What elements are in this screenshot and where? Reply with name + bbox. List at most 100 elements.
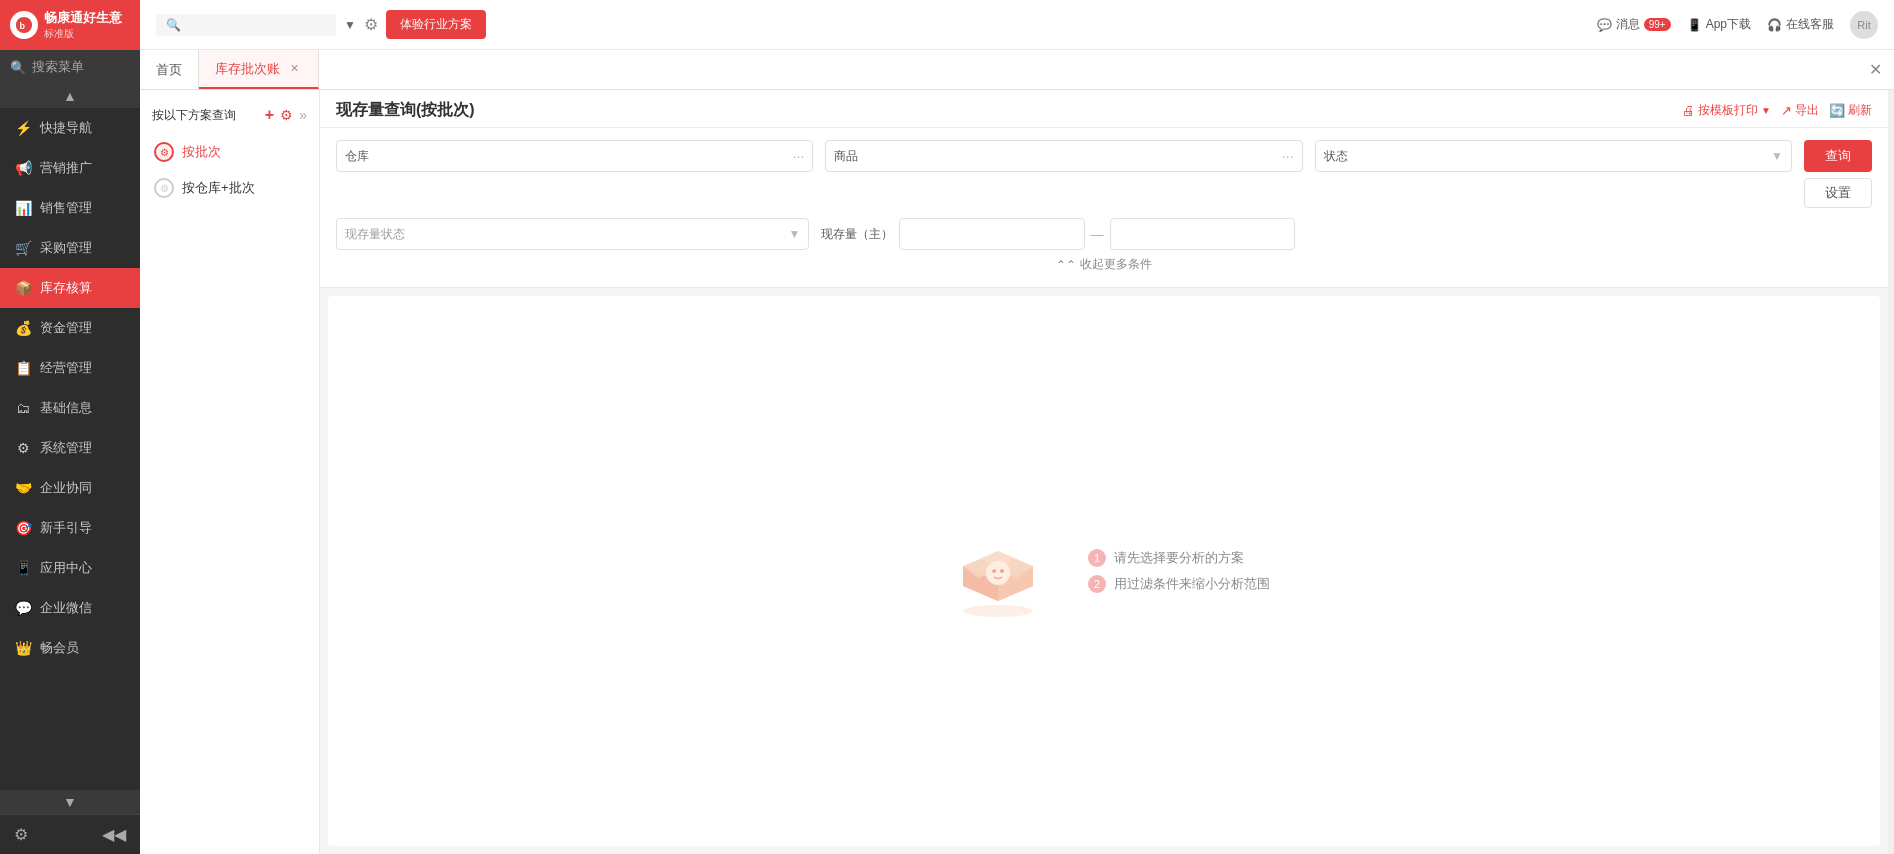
scroll-down-btn[interactable]: ▼: [0, 790, 140, 814]
sidebar-item-finance[interactable]: 💰 资金管理: [0, 308, 140, 348]
sidebar-item-base[interactable]: 🗂 基础信息: [0, 388, 140, 428]
sidebar-item-label: 基础信息: [40, 399, 92, 417]
tab-batch-label: 库存批次账: [215, 60, 280, 78]
topbar: 🔍 ▼ ⚙ 体验行业方案 💬 消息 99+ 📱 App下载 🎧 在线客服: [140, 0, 1894, 50]
sidebar-footer: ⚙ ◀◀: [0, 814, 140, 854]
scroll-up-btn[interactable]: ▲: [0, 84, 140, 108]
sidebar-item-label: 销售管理: [40, 199, 92, 217]
marketing-icon: 📢: [14, 159, 32, 177]
messages-badge: 99+: [1644, 18, 1671, 31]
stock-qty-min-input[interactable]: [899, 218, 1084, 250]
collapse-more-btn[interactable]: ⌃⌃ 收起更多条件: [336, 250, 1872, 275]
sidebar-item-label: 经营管理: [40, 359, 92, 377]
filter-status-input[interactable]: 状态 ▼: [1315, 140, 1792, 172]
left-panel-actions: + ⚙ »: [265, 106, 307, 124]
print-btn[interactable]: 🖨 按模板打印 ▼: [1682, 102, 1771, 119]
messages-btn[interactable]: 💬 消息 99+: [1597, 16, 1671, 33]
sales-icon: 📊: [14, 199, 32, 217]
finance-icon: 💰: [14, 319, 32, 337]
export-icon: ↗: [1781, 103, 1792, 118]
svg-point-12: [992, 568, 994, 570]
refresh-btn[interactable]: 🔄 刷新: [1829, 102, 1872, 119]
sidebar-item-label: 应用中心: [40, 559, 92, 577]
collapse-left-icon[interactable]: »: [299, 107, 307, 123]
filter-warehouse-field: 仓库 ···: [336, 140, 813, 172]
refresh-icon: 🔄: [1829, 103, 1845, 118]
add-plan-icon[interactable]: +: [265, 106, 274, 124]
sidebar-settings-icon[interactable]: ⚙: [14, 825, 28, 844]
stock-qty-sep: —: [1091, 227, 1104, 242]
user-display: Rit: [1857, 19, 1870, 31]
sidebar-item-operations[interactable]: 📋 经营管理: [0, 348, 140, 388]
plan-batch-label: 按批次: [182, 143, 221, 161]
sidebar-item-wechat[interactable]: 💬 企业微信: [0, 588, 140, 628]
sidebar-nav: ⚡ 快捷导航 📢 营销推广 📊 销售管理 🛒 采购管理 📦 库存核算 💰 资金管…: [0, 108, 140, 790]
empty-tips: 1 请先选择要分析的方案 2 用过滤条件来缩小分析范围: [1088, 549, 1270, 593]
status-label: 状态: [1324, 148, 1348, 165]
apps-icon: 📱: [14, 559, 32, 577]
filter-row-2: 现存量状态 ▼ 现存量（主） —: [336, 218, 1872, 250]
filter-stock-status-select[interactable]: 现存量状态 ▼: [336, 218, 809, 250]
print-icon: 🖨: [1682, 103, 1695, 118]
plan-item-warehouse-batch[interactable]: ⚙ 按仓库+批次: [140, 170, 319, 206]
sidebar-item-quicknav[interactable]: ⚡ 快捷导航: [0, 108, 140, 148]
tab-close-icon[interactable]: ✕: [286, 61, 302, 77]
user-avatar-btn[interactable]: Rit: [1850, 11, 1878, 39]
left-panel-title: 按以下方案查询: [152, 107, 236, 124]
settings-btn[interactable]: 设置: [1804, 178, 1872, 208]
settings-plan-icon[interactable]: ⚙: [280, 107, 293, 123]
left-panel-header: 按以下方案查询 + ⚙ »: [140, 100, 319, 134]
collapse-up-icon: ⌃⌃: [1056, 258, 1076, 272]
plan-item-batch[interactable]: ⚙ 按批次: [140, 134, 319, 170]
filter-row-1: 仓库 ··· 商品 ··· 状态: [336, 140, 1872, 208]
filter-action-btns: 查询 设置: [1804, 140, 1872, 208]
empty-illustration: [938, 521, 1058, 621]
sidebar-item-marketing[interactable]: 📢 营销推广: [0, 148, 140, 188]
system-icon: ⚙: [14, 439, 32, 457]
data-area: 1 请先选择要分析的方案 2 用过滤条件来缩小分析范围: [328, 296, 1880, 846]
sidebar-item-inventory[interactable]: 📦 库存核算: [0, 268, 140, 308]
product-more-icon[interactable]: ···: [1282, 148, 1294, 164]
stock-qty-max-input[interactable]: [1110, 218, 1295, 250]
sidebar-item-enterprise[interactable]: 🤝 企业协同: [0, 468, 140, 508]
inventory-icon: 📦: [14, 279, 32, 297]
sidebar-collapse-icon[interactable]: ◀◀: [102, 825, 126, 844]
sidebar-item-member[interactable]: 👑 畅会员: [0, 628, 140, 668]
sidebar-item-purchase[interactable]: 🛒 采购管理: [0, 228, 140, 268]
sidebar-item-label: 资金管理: [40, 319, 92, 337]
print-dropdown-icon[interactable]: ▼: [1761, 105, 1771, 116]
filter-product-input[interactable]: 商品 ···: [825, 140, 1302, 172]
filter-stock-status-field: 现存量状态 ▼: [336, 218, 809, 250]
tab-batch-account[interactable]: 库存批次账 ✕: [199, 50, 319, 89]
avatar: Rit: [1850, 11, 1878, 39]
topbar-search[interactable]: 🔍: [156, 14, 336, 36]
sidebar-item-system[interactable]: ⚙ 系统管理: [0, 428, 140, 468]
app-download-btn[interactable]: 📱 App下载: [1687, 16, 1751, 33]
tab-home[interactable]: 首页: [140, 50, 199, 89]
filter-warehouse-input[interactable]: 仓库 ···: [336, 140, 813, 172]
sidebar-item-label: 库存核算: [40, 279, 92, 297]
export-btn[interactable]: ↗ 导出: [1781, 102, 1819, 119]
tabbar: 首页 库存批次账 ✕ ✕: [140, 50, 1894, 90]
topbar-gear-icon[interactable]: ⚙: [364, 15, 378, 34]
tab-panel-close-icon[interactable]: ✕: [1857, 60, 1894, 79]
sidebar-item-label: 畅会员: [40, 639, 79, 657]
sidebar-item-label: 快捷导航: [40, 119, 92, 137]
sidebar-search[interactable]: 🔍 搜索菜单: [0, 50, 140, 84]
newbie-icon: 🎯: [14, 519, 32, 537]
member-icon: 👑: [14, 639, 32, 657]
topbar-dropdown-icon[interactable]: ▼: [344, 18, 356, 32]
quicknav-icon: ⚡: [14, 119, 32, 137]
collapse-label: 收起更多条件: [1080, 256, 1152, 273]
export-label: 导出: [1795, 102, 1819, 119]
sidebar: b 畅康通好生意 标准版 🔍 搜索菜单 ▲ ⚡ 快捷导航 📢 营销推广 📊 销售…: [0, 0, 140, 854]
sidebar-item-newbie[interactable]: 🎯 新手引导: [0, 508, 140, 548]
app-download-icon: 📱: [1687, 18, 1702, 32]
experience-btn[interactable]: 体验行业方案: [386, 10, 486, 39]
query-btn[interactable]: 查询: [1804, 140, 1872, 172]
product-label: 商品: [834, 148, 858, 165]
sidebar-item-apps[interactable]: 📱 应用中心: [0, 548, 140, 588]
online-service-btn[interactable]: 🎧 在线客服: [1767, 16, 1834, 33]
sidebar-item-sales[interactable]: 📊 销售管理: [0, 188, 140, 228]
warehouse-more-icon[interactable]: ···: [793, 148, 805, 164]
